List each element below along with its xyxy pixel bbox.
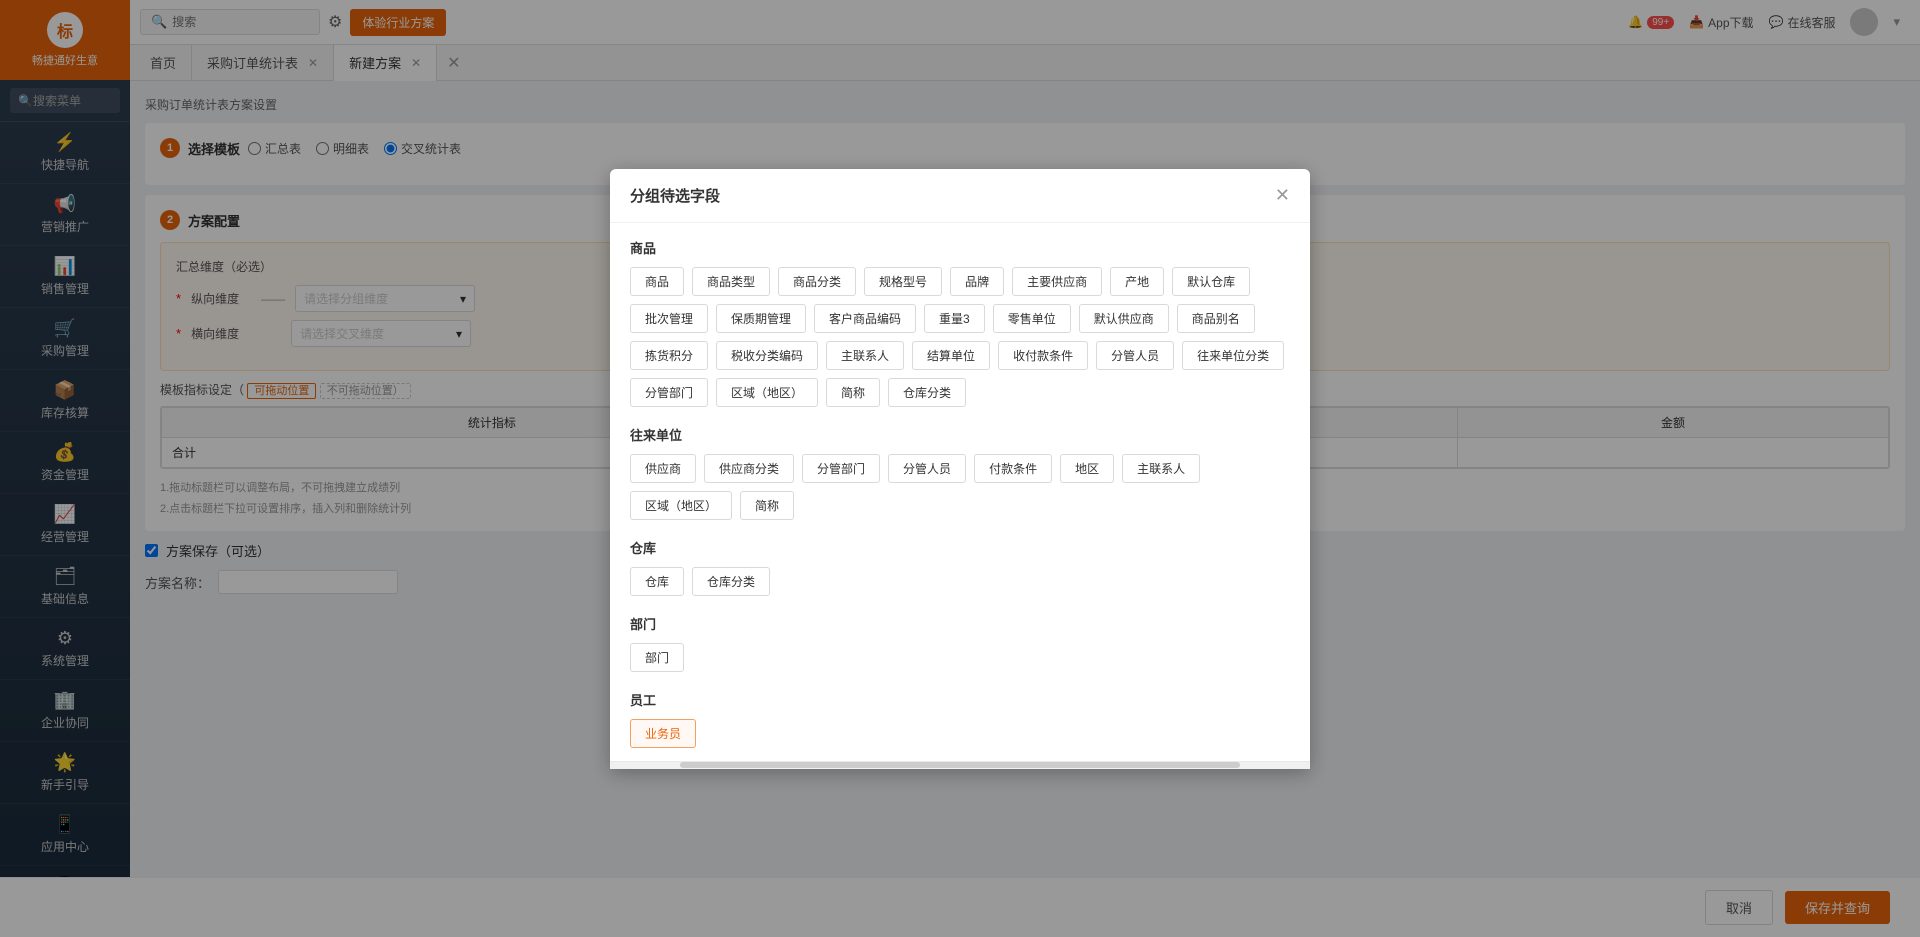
- field-section-0: 商品商品商品类型商品分类规格型号品牌主要供应商产地默认仓库批次管理保质期管理客户…: [630, 238, 1290, 407]
- modal-title: 分组待选字段: [630, 185, 720, 206]
- field-tag-0-0[interactable]: 商品: [630, 267, 684, 296]
- field-section-2: 仓库仓库仓库分类: [630, 538, 1290, 596]
- field-tag-0-7[interactable]: 默认仓库: [1172, 267, 1250, 296]
- field-tag-2-0[interactable]: 仓库: [630, 567, 684, 596]
- modal-header: 分组待选字段 ✕: [610, 169, 1310, 223]
- field-tag-0-10[interactable]: 客户商品编码: [814, 304, 916, 333]
- field-tag-0-21[interactable]: 往来单位分类: [1182, 341, 1284, 370]
- field-tag-0-12[interactable]: 零售单位: [993, 304, 1071, 333]
- section-title-3: 部门: [630, 614, 1290, 633]
- field-tag-0-2[interactable]: 商品分类: [778, 267, 856, 296]
- field-tag-1-8[interactable]: 简称: [740, 491, 794, 520]
- field-grid-0: 商品商品类型商品分类规格型号品牌主要供应商产地默认仓库批次管理保质期管理客户商品…: [630, 267, 1290, 407]
- field-tag-0-6[interactable]: 产地: [1110, 267, 1164, 296]
- modal-select-fields: 分组待选字段 ✕ 商品商品商品类型商品分类规格型号品牌主要供应商产地默认仓库批次…: [610, 169, 1310, 769]
- field-tag-1-0[interactable]: 供应商: [630, 454, 696, 483]
- field-tag-0-22[interactable]: 分管部门: [630, 378, 708, 407]
- field-tag-1-1[interactable]: 供应商分类: [704, 454, 794, 483]
- field-tag-2-1[interactable]: 仓库分类: [692, 567, 770, 596]
- field-grid-4: 业务员: [630, 719, 1290, 748]
- field-tag-1-6[interactable]: 主联系人: [1122, 454, 1200, 483]
- section-title-2: 仓库: [630, 538, 1290, 557]
- field-tag-0-8[interactable]: 批次管理: [630, 304, 708, 333]
- field-grid-2: 仓库仓库分类: [630, 567, 1290, 596]
- field-section-4: 员工业务员: [630, 690, 1290, 748]
- field-tag-1-3[interactable]: 分管人员: [888, 454, 966, 483]
- field-tag-0-14[interactable]: 商品别名: [1177, 304, 1255, 333]
- modal-body: 商品商品商品类型商品分类规格型号品牌主要供应商产地默认仓库批次管理保质期管理客户…: [610, 223, 1310, 761]
- field-tag-1-7[interactable]: 区域（地区）: [630, 491, 732, 520]
- field-tag-1-2[interactable]: 分管部门: [802, 454, 880, 483]
- section-title-1: 往来单位: [630, 425, 1290, 444]
- field-tag-0-19[interactable]: 收付款条件: [998, 341, 1088, 370]
- field-tag-0-17[interactable]: 主联系人: [826, 341, 904, 370]
- field-tag-0-24[interactable]: 简称: [826, 378, 880, 407]
- hscroll-thumb[interactable]: [680, 762, 1240, 768]
- field-tag-1-5[interactable]: 地区: [1060, 454, 1114, 483]
- field-tag-0-25[interactable]: 仓库分类: [888, 378, 966, 407]
- field-tag-3-0[interactable]: 部门: [630, 643, 684, 672]
- field-tag-0-3[interactable]: 规格型号: [864, 267, 942, 296]
- field-tag-0-5[interactable]: 主要供应商: [1012, 267, 1102, 296]
- field-tag-0-20[interactable]: 分管人员: [1096, 341, 1174, 370]
- field-tag-1-4[interactable]: 付款条件: [974, 454, 1052, 483]
- modal-horizontal-scrollbar[interactable]: [610, 761, 1310, 769]
- field-tag-0-9[interactable]: 保质期管理: [716, 304, 806, 333]
- field-tag-0-13[interactable]: 默认供应商: [1079, 304, 1169, 333]
- field-tag-0-18[interactable]: 结算单位: [912, 341, 990, 370]
- field-tag-0-23[interactable]: 区域（地区）: [716, 378, 818, 407]
- field-tag-0-4[interactable]: 品牌: [950, 267, 1004, 296]
- field-tag-0-16[interactable]: 税收分类编码: [716, 341, 818, 370]
- field-tag-0-11[interactable]: 重量3: [924, 304, 985, 333]
- modal-close-button[interactable]: ✕: [1275, 185, 1290, 206]
- field-section-3: 部门部门: [630, 614, 1290, 672]
- field-section-1: 往来单位供应商供应商分类分管部门分管人员付款条件地区主联系人区域（地区） 简称: [630, 425, 1290, 520]
- field-tag-0-15[interactable]: 拣货积分: [630, 341, 708, 370]
- section-title-0: 商品: [630, 238, 1290, 257]
- field-grid-1: 供应商供应商分类分管部门分管人员付款条件地区主联系人区域（地区） 简称: [630, 454, 1290, 520]
- section-title-4: 员工: [630, 690, 1290, 709]
- field-grid-3: 部门: [630, 643, 1290, 672]
- field-tag-0-1[interactable]: 商品类型: [692, 267, 770, 296]
- field-tag-4-0[interactable]: 业务员: [630, 719, 696, 748]
